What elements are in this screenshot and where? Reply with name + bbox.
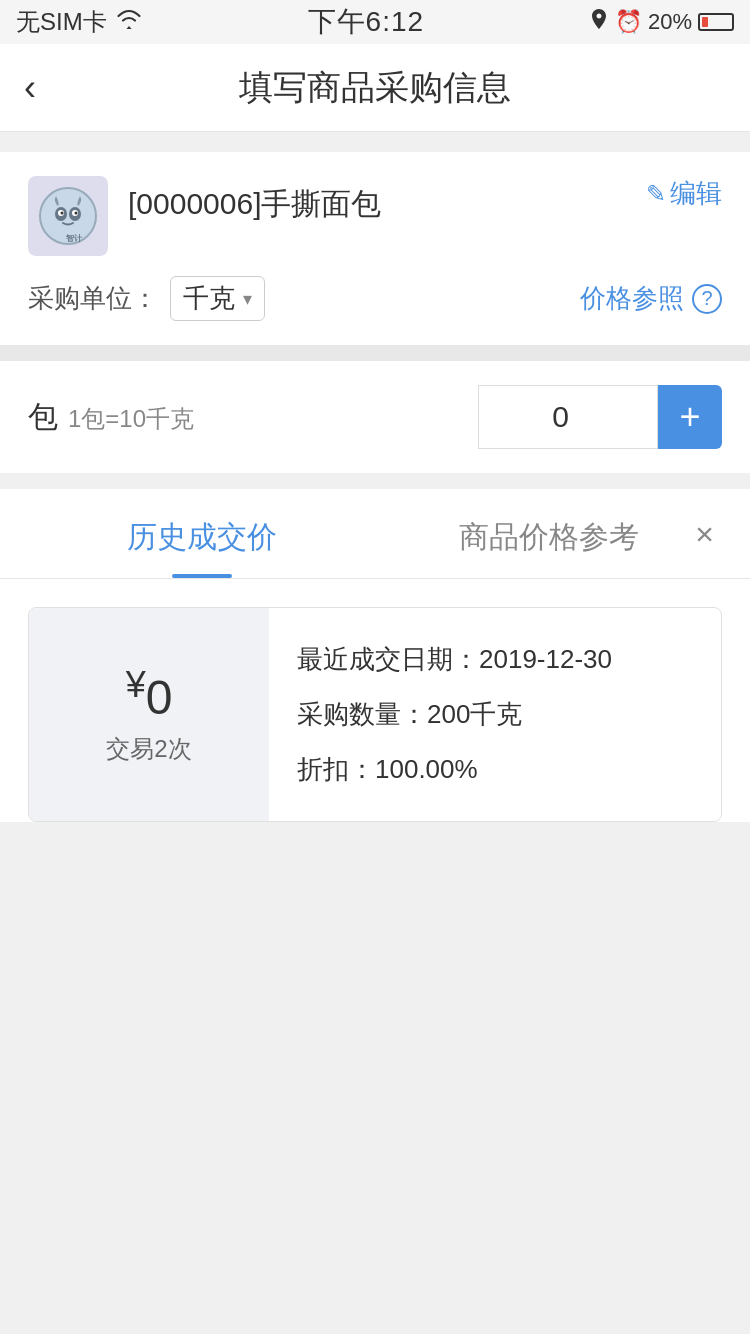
purchase-qty-line: 采购数量：200千克: [297, 695, 693, 734]
tab-product-price-ref[interactable]: 商品价格参考: [375, 489, 722, 578]
svg-point-5: [61, 212, 64, 215]
history-card: ¥0 交易2次 最近成交日期：2019-12-30 采购数量：200千克 折扣：…: [28, 607, 722, 822]
qty-label-section: 包 1包=10千克: [28, 397, 194, 438]
back-button[interactable]: ‹: [24, 67, 36, 109]
tab-price-ref-label: 商品价格参考: [459, 520, 639, 553]
tab-close-button[interactable]: ×: [687, 507, 722, 560]
tab-history-label: 历史成交价: [127, 520, 277, 553]
product-card: 智计 [0000006]手撕面包 ✎ 编辑 采购单位： 千克 ▾ 价格参照 ?: [0, 152, 750, 345]
qty-conversion: 1包=10千克: [68, 403, 194, 435]
question-icon: ?: [692, 284, 722, 314]
svg-point-6: [75, 212, 78, 215]
edit-button[interactable]: ✎ 编辑: [646, 176, 722, 211]
wifi-icon: [115, 8, 143, 36]
page-background: [0, 850, 750, 1334]
purchase-qty-label: 采购数量：: [297, 699, 427, 729]
location-icon: [589, 8, 609, 36]
unit-dropdown[interactable]: 千克 ▾: [170, 276, 265, 321]
svg-text:智计: 智计: [65, 234, 83, 243]
product-header: 智计 [0000006]手撕面包 ✎ 编辑: [28, 176, 722, 256]
history-trades: 交易2次: [106, 733, 191, 765]
purchase-qty-value: 200千克: [427, 699, 522, 729]
edit-icon: ✎: [646, 180, 666, 208]
nav-bar: ‹ 填写商品采购信息: [0, 44, 750, 132]
status-bar: 无SIM卡 下午6:12 ⏰ 20%: [0, 0, 750, 44]
discount-value: 100.00%: [375, 754, 478, 784]
battery-icon: [698, 13, 734, 31]
history-price-section: ¥0 交易2次: [29, 608, 269, 821]
product-name: [0000006]手撕面包: [128, 176, 381, 225]
bottom-panel: 历史成交价 商品价格参考 × ¥0 交易2次 最近成交日期：2019-12-30…: [0, 489, 750, 822]
recent-date-value: 2019-12-30: [479, 644, 612, 674]
recent-date-line: 最近成交日期：2019-12-30: [297, 640, 693, 679]
tabs-row: 历史成交价 商品价格参考 ×: [0, 489, 750, 579]
qty-plus-button[interactable]: +: [658, 385, 722, 449]
network-label: 无SIM卡: [16, 6, 107, 38]
unit-section: 采购单位： 千克 ▾: [28, 276, 265, 321]
qty-input-section: +: [478, 385, 722, 449]
recent-date-label: 最近成交日期：: [297, 644, 479, 674]
battery-percent: 20%: [648, 9, 692, 35]
edit-label: 编辑: [670, 176, 722, 211]
history-details-section: 最近成交日期：2019-12-30 采购数量：200千克 折扣：100.00%: [269, 608, 721, 821]
unit-label: 采购单位：: [28, 281, 158, 316]
price-ref-label: 价格参照: [580, 281, 684, 316]
chevron-down-icon: ▾: [243, 288, 252, 310]
status-left: 无SIM卡: [16, 6, 143, 38]
alarm-icon: ⏰: [615, 9, 642, 35]
price-ref-button[interactable]: 价格参照 ?: [580, 281, 722, 316]
history-price-value: ¥0: [126, 664, 173, 725]
status-right: ⏰ 20%: [589, 8, 734, 36]
section-divider: [0, 345, 750, 361]
quantity-row: 包 1包=10千克 +: [0, 361, 750, 473]
status-time: 下午6:12: [308, 3, 425, 41]
discount-label: 折扣：: [297, 754, 375, 784]
page-title: 填写商品采购信息: [239, 65, 511, 111]
currency-symbol: ¥: [126, 664, 146, 705]
product-left: 智计 [0000006]手撕面包: [28, 176, 381, 256]
unit-value: 千克: [183, 281, 235, 316]
product-image: 智计: [28, 176, 108, 256]
product-footer: 采购单位： 千克 ▾ 价格参照 ?: [28, 276, 722, 321]
tab-history-price[interactable]: 历史成交价: [28, 489, 375, 578]
quantity-input[interactable]: [478, 385, 658, 449]
discount-line: 折扣：100.00%: [297, 750, 693, 789]
price-amount: 0: [146, 671, 173, 724]
qty-unit-label: 包: [28, 397, 58, 438]
